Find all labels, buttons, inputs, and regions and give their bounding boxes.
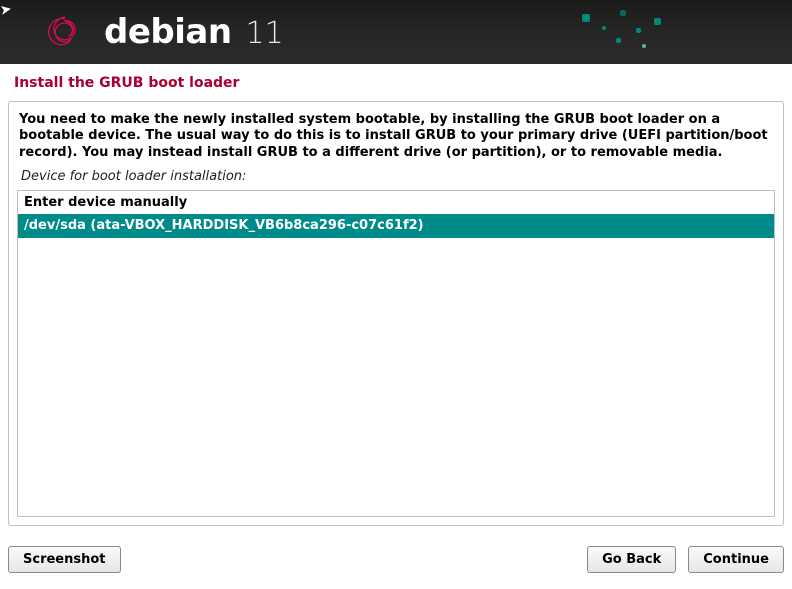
button-bar: Screenshot Go Back Continue — [0, 526, 792, 573]
banner: debian 11 ➤ — [0, 0, 792, 64]
option-enter-manually[interactable]: Enter device manually — [18, 191, 774, 215]
brand: debian 11 — [104, 12, 284, 52]
screenshot-button[interactable]: Screenshot — [8, 546, 121, 573]
description-text: You need to make the newly installed sys… — [9, 112, 783, 169]
option-dev-sda[interactable]: /dev/sda (ata-VBOX_HARDDISK_VB6b8ca296-c… — [18, 214, 774, 238]
brand-name: debian — [104, 12, 232, 52]
device-list[interactable]: Enter device manually /dev/sda (ata-VBOX… — [17, 190, 775, 517]
prompt-label: Device for boot loader installation: — [9, 169, 783, 190]
continue-button[interactable]: Continue — [688, 546, 784, 573]
decorative-dots — [572, 8, 682, 56]
debian-swirl-icon — [40, 11, 82, 53]
page-title: Install the GRUB boot loader — [0, 64, 792, 101]
main-panel: You need to make the newly installed sys… — [8, 101, 784, 526]
brand-version: 11 — [246, 16, 284, 51]
go-back-button[interactable]: Go Back — [587, 546, 676, 573]
cursor-icon: ➤ — [0, 1, 13, 19]
